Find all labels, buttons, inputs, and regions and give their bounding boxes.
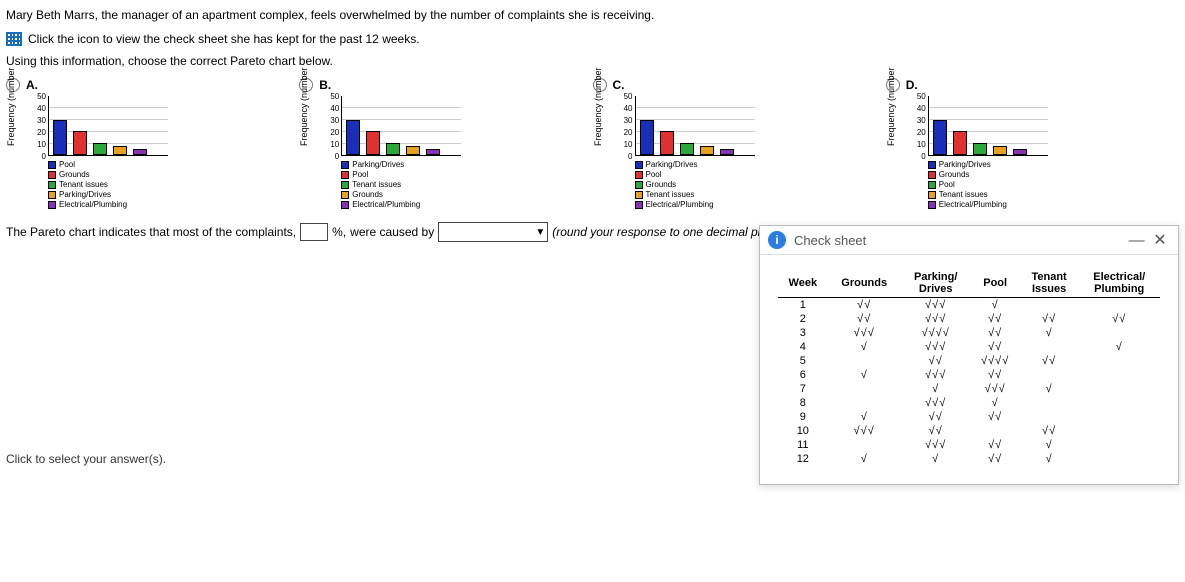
- table-row: 6√√√√√√: [778, 368, 1160, 382]
- y-axis-label: Frequency (number: [6, 67, 16, 146]
- table-row: 4√√√√√√√: [778, 340, 1160, 354]
- table-row: 10√√√√√√√: [778, 424, 1160, 438]
- intro-text-3: Using this information, choose the corre…: [6, 54, 1179, 68]
- intro-text-1: Mary Beth Marrs, the manager of an apart…: [6, 8, 1179, 22]
- close-icon[interactable]: ✕: [1150, 230, 1170, 250]
- option-c-label: C.: [613, 78, 625, 92]
- option-d: D. Frequency (number 50 40 30 20 10 0: [886, 78, 1179, 204]
- table-row: 2√√√√√√√√√√√: [778, 312, 1160, 326]
- legend-a: Pool Grounds Tenant issues Parking/Drive…: [48, 160, 127, 210]
- cause-select[interactable]: ▼: [438, 222, 548, 242]
- legend-c: Parking/Drives Pool Grounds Tenant issue…: [635, 160, 714, 210]
- option-b-label: B.: [319, 78, 331, 92]
- legend-b: Parking/Drives Pool Tenant issues Ground…: [341, 160, 420, 210]
- table-row: 12√√√√√: [778, 452, 1160, 466]
- intro-text-2: Click the icon to view the check sheet s…: [28, 32, 420, 46]
- chart-c-plot: [635, 96, 755, 156]
- option-a-label: A.: [26, 78, 38, 92]
- option-a: A. Frequency (number 50 40 30 20 10 0: [6, 78, 299, 204]
- legend-d: Parking/Drives Grounds Pool Tenant issue…: [928, 160, 1007, 210]
- option-c: C. Frequency (number 50 40 30 20 10 0: [593, 78, 886, 204]
- chevron-down-icon: ▼: [535, 227, 545, 238]
- table-row: 7√√√√√: [778, 382, 1160, 396]
- chart-a-plot: [48, 96, 168, 156]
- y-ticks: 50 40 30 20 10 0: [28, 96, 46, 156]
- chart-b-plot: [341, 96, 461, 156]
- option-d-label: D.: [906, 78, 918, 92]
- table-row: 3√√√√√√√√√√: [778, 326, 1160, 340]
- table-row: 9√√√√√: [778, 410, 1160, 424]
- table-row: 1√√√√√√: [778, 298, 1160, 313]
- table-row: 5√√√√√√√√: [778, 354, 1160, 368]
- popup-title: Check sheet: [794, 233, 1127, 248]
- check-sheet-table: Week Grounds Parking/Drives Pool TenantI…: [778, 269, 1160, 466]
- info-icon: i: [768, 231, 786, 249]
- option-b: B. Frequency (number 50 40 30 20 10 0: [299, 78, 592, 204]
- table-row: 11√√√√√√: [778, 438, 1160, 452]
- chart-d-plot: [928, 96, 1048, 156]
- options-row: A. Frequency (number 50 40 30 20 10 0: [6, 78, 1179, 204]
- minimize-icon[interactable]: —: [1127, 232, 1147, 250]
- check-sheet-popup: i Check sheet — ✕ Week Grounds Parking/D…: [759, 225, 1179, 485]
- check-sheet-icon[interactable]: [6, 32, 22, 46]
- percent-input[interactable]: [300, 223, 328, 241]
- table-row: 8√√√√: [778, 396, 1160, 410]
